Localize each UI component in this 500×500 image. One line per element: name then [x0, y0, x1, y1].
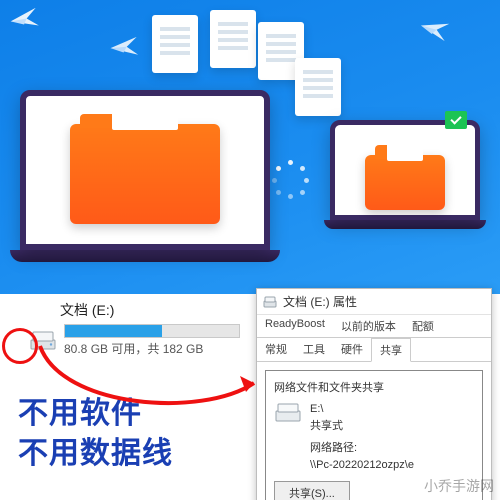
loading-spinner-icon	[270, 160, 310, 200]
tab-tools[interactable]: 工具	[295, 338, 333, 361]
tab-readyboost[interactable]: ReadyBoost	[257, 315, 333, 337]
folder-icon	[365, 155, 445, 210]
checkmark-icon	[445, 111, 467, 129]
share-status: 共享式	[310, 418, 414, 435]
shared-drive-icon	[274, 401, 302, 425]
laptop-target	[330, 120, 480, 229]
storage-bar	[64, 324, 240, 338]
dialog-title: 文档 (E:) 属性	[283, 293, 357, 310]
storage-bar-fill	[65, 325, 162, 337]
tab-previous-versions[interactable]: 以前的版本	[333, 315, 404, 337]
paper-plane-icon	[109, 37, 138, 57]
share-path-label: 网络路径:	[310, 440, 414, 457]
document-icon	[295, 58, 341, 116]
share-heading: 网络文件和文件夹共享	[274, 379, 474, 395]
watermark: 小乔手游网	[424, 476, 494, 496]
slogan-line-2: 不用数据线	[18, 428, 173, 472]
share-button[interactable]: 共享(S)...	[274, 481, 350, 500]
drive-label: 文档 (E:)	[60, 300, 240, 320]
tab-general[interactable]: 常规	[257, 338, 295, 361]
annotation-arrow	[32, 338, 262, 408]
drive-small-icon	[263, 295, 277, 309]
document-icon	[152, 15, 198, 73]
tab-quota[interactable]: 配额	[404, 315, 442, 337]
document-icon	[210, 10, 256, 68]
share-path-value: \\Pc-20220212ozpz\e	[310, 457, 414, 474]
tab-hardware[interactable]: 硬件	[333, 338, 371, 361]
laptop-source	[20, 90, 270, 262]
share-drive-name: E:\	[310, 401, 414, 418]
dialog-titlebar: 文档 (E:) 属性	[257, 289, 491, 315]
tab-share[interactable]: 共享	[371, 338, 411, 362]
tabs-row-2: 常规 工具 硬件 共享	[257, 338, 491, 362]
properties-dialog: 文档 (E:) 属性 ReadyBoost 以前的版本 配额 常规 工具 硬件 …	[256, 288, 492, 500]
tabs-row-1: ReadyBoost 以前的版本 配额	[257, 315, 491, 338]
annotation-circle	[2, 328, 38, 364]
folder-icon	[70, 124, 220, 224]
